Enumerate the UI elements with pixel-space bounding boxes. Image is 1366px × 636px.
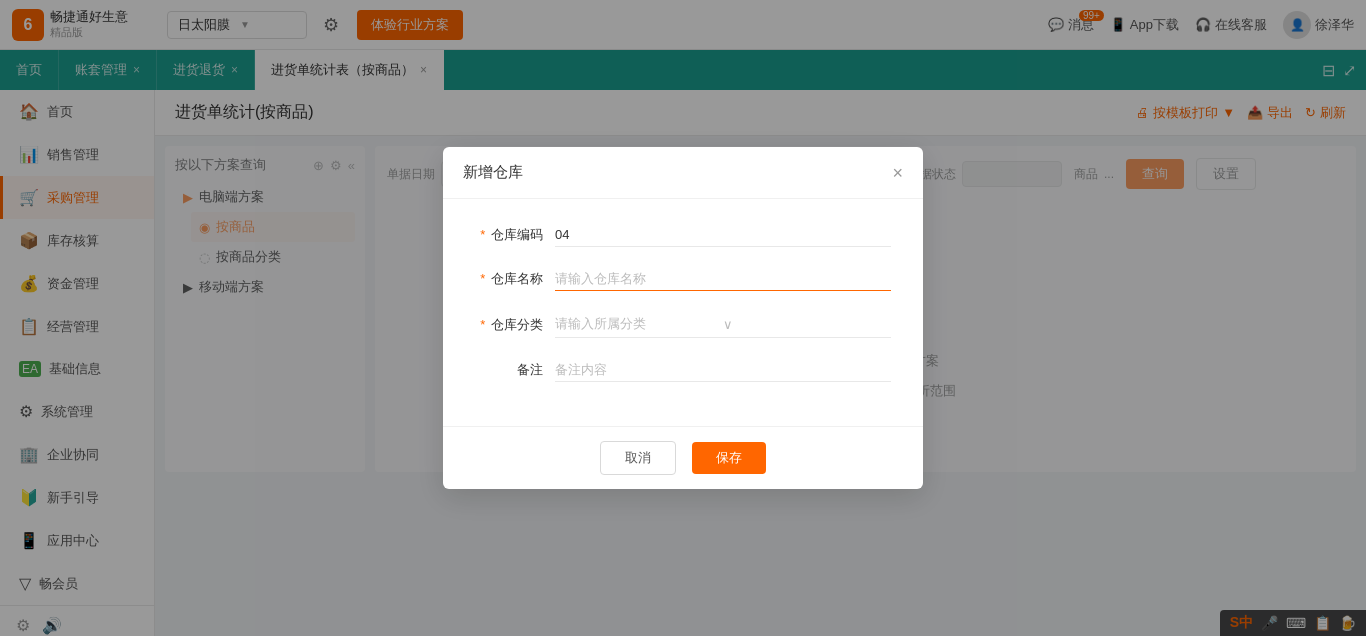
name-input[interactable] [555,267,891,291]
save-button[interactable]: 保存 [692,442,766,474]
form-row-name: * 仓库名称 [475,267,891,291]
modal-close-icon[interactable]: × [892,164,903,182]
required-star-code: * [480,227,485,242]
modal-header: 新增仓库 × [443,147,923,199]
form-row-note: 备注 [475,358,891,382]
modal-body: * 仓库编码 * 仓库名称 * 仓库分类 请输入 [443,199,923,426]
form-row-code: * 仓库编码 [475,223,891,247]
note-label: 备注 [475,361,555,379]
form-row-category: * 仓库分类 请输入所属分类 ∨ [475,311,891,338]
modal-overlay: 新增仓库 × * 仓库编码 * 仓库名称 [0,0,1366,636]
code-label: * 仓库编码 [475,226,555,244]
note-input[interactable] [555,358,891,382]
cancel-button[interactable]: 取消 [600,441,676,475]
name-label: * 仓库名称 [475,270,555,288]
category-label: * 仓库分类 [475,316,555,334]
category-chevron-icon: ∨ [723,317,891,332]
modal-footer: 取消 保存 [443,426,923,489]
required-star-category: * [480,317,485,332]
code-input[interactable] [555,223,891,247]
category-select[interactable]: 请输入所属分类 ∨ [555,311,891,338]
add-warehouse-modal: 新增仓库 × * 仓库编码 * 仓库名称 [443,147,923,489]
category-placeholder: 请输入所属分类 [555,315,723,333]
required-star-name: * [480,271,485,286]
modal-title: 新增仓库 [463,163,523,182]
